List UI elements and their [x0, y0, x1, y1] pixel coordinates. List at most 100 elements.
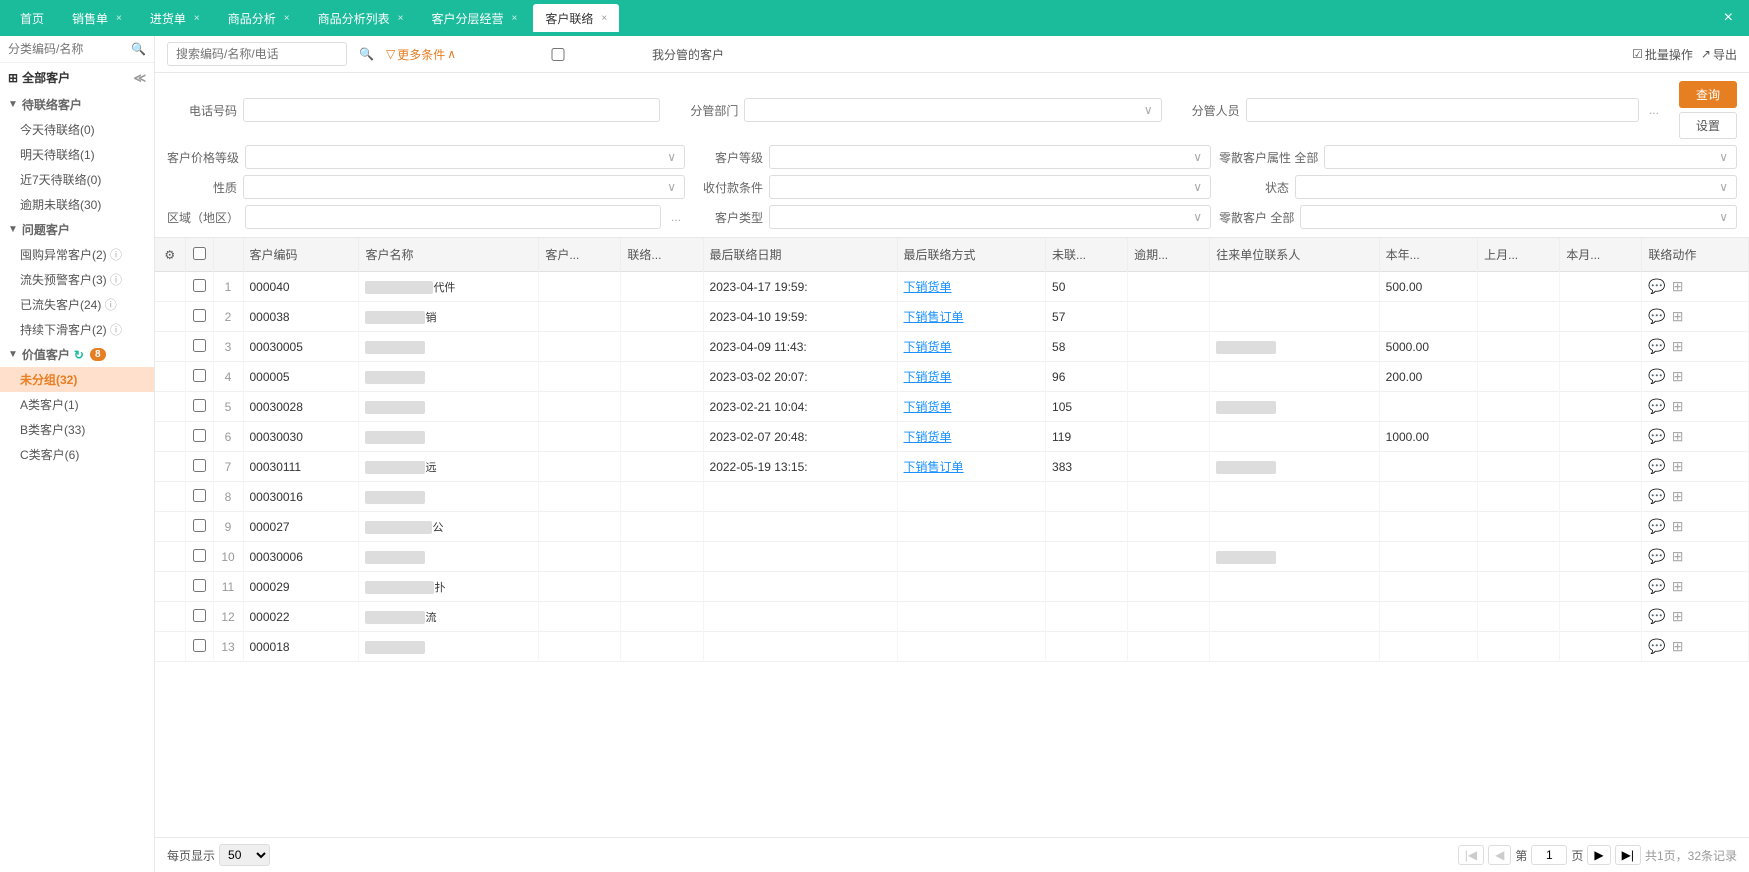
grid-action-icon[interactable]: ⊞: [1672, 578, 1684, 595]
more-conditions-btn[interactable]: ▽ 更多条件 ∧: [386, 46, 456, 63]
phone-input[interactable]: [243, 98, 660, 122]
row-checkbox-cell[interactable]: [185, 362, 213, 392]
last-contact-date-col-header[interactable]: 最后联络日期: [703, 238, 897, 272]
sidebar-item-declining[interactable]: 持续下滑客户(2) ⓘ: [0, 317, 154, 342]
chat-icon[interactable]: 💬: [1648, 488, 1665, 505]
tab-product-list-close[interactable]: ×: [398, 13, 404, 24]
row-checkbox[interactable]: [193, 519, 206, 532]
row-checkbox[interactable]: [193, 429, 206, 442]
chat-icon[interactable]: 💬: [1648, 428, 1665, 445]
last-contact-method-link[interactable]: 下销货单: [904, 430, 952, 444]
tab-product-list[interactable]: 商品分析列表 ×: [306, 4, 416, 32]
grid-action-icon[interactable]: ⊞: [1672, 548, 1684, 565]
code-col-header[interactable]: 客户编码: [243, 238, 359, 272]
batch-operation-btn[interactable]: ☑ 批量操作: [1632, 46, 1693, 63]
grid-action-icon[interactable]: ⊞: [1672, 488, 1684, 505]
sidebar-item-classC[interactable]: C类客户(6): [0, 442, 154, 467]
row-checkbox-cell[interactable]: [185, 332, 213, 362]
unit-contact-col-header[interactable]: 往来单位联系人: [1210, 238, 1379, 272]
chat-icon[interactable]: 💬: [1648, 338, 1665, 355]
sidebar-item-tomorrow[interactable]: 明天待联络(1): [0, 142, 154, 167]
grid-action-icon[interactable]: ⊞: [1672, 368, 1684, 385]
grid-action-icon[interactable]: ⊞: [1672, 608, 1684, 625]
price-level-select[interactable]: ∨: [245, 145, 685, 169]
row-checkbox[interactable]: [193, 399, 206, 412]
tab-sales-close[interactable]: ×: [116, 13, 122, 24]
last-contact-method-link[interactable]: 下销货单: [904, 280, 952, 294]
my-customers-checkbox[interactable]: [468, 48, 648, 61]
last-contact-method-col-header[interactable]: 最后联络方式: [897, 238, 1045, 272]
last-contact-method-link[interactable]: 下销售订单: [904, 460, 964, 474]
tab-customer-contact[interactable]: 客户联络 ×: [533, 4, 619, 32]
row-checkbox-cell[interactable]: [185, 422, 213, 452]
per-page-select[interactable]: 50 100 200: [219, 844, 270, 866]
sidebar-group-pending[interactable]: ▼ 待联络客户: [0, 92, 154, 117]
row-checkbox[interactable]: [193, 489, 206, 502]
customer-level-select[interactable]: ∨: [769, 145, 1211, 169]
grid-action-icon[interactable]: ⊞: [1672, 308, 1684, 325]
sidebar-search-input[interactable]: [8, 42, 127, 56]
type-col-header[interactable]: 客户...: [539, 238, 621, 272]
query-button[interactable]: 查询: [1679, 81, 1737, 108]
all-customers-header[interactable]: ⊞ 全部客户 ≪: [0, 63, 154, 92]
name-col-header[interactable]: 客户名称: [359, 238, 539, 272]
checkbox-col-header[interactable]: [185, 238, 213, 272]
row-checkbox-cell[interactable]: [185, 602, 213, 632]
sidebar-group-problem[interactable]: ▼ 问题客户: [0, 217, 154, 242]
this-month-col-header[interactable]: 本月...: [1560, 238, 1642, 272]
row-checkbox-cell[interactable]: [185, 482, 213, 512]
contact-col-header[interactable]: 联络...: [621, 238, 703, 272]
last-contact-method-link[interactable]: 下销售订单: [904, 310, 964, 324]
row-checkbox[interactable]: [193, 579, 206, 592]
tab-purchase-close[interactable]: ×: [194, 13, 200, 24]
prev-page-btn[interactable]: ◀: [1488, 845, 1511, 865]
chat-icon[interactable]: 💬: [1648, 308, 1665, 325]
tab-sales[interactable]: 销售单 ×: [60, 4, 134, 32]
row-checkbox[interactable]: [193, 549, 206, 562]
nature-select[interactable]: ∨: [243, 175, 685, 199]
retail-select[interactable]: ∨: [1300, 205, 1737, 229]
row-checkbox-cell[interactable]: [185, 512, 213, 542]
retail-attr-select[interactable]: ∨: [1324, 145, 1737, 169]
sidebar-item-churn-warn[interactable]: 流失预警客户(3) ⓘ: [0, 267, 154, 292]
grid-action-icon[interactable]: ⊞: [1672, 278, 1684, 295]
row-checkbox[interactable]: [193, 309, 206, 322]
grid-action-icon[interactable]: ⊞: [1672, 398, 1684, 415]
row-checkbox[interactable]: [193, 609, 206, 622]
status-select[interactable]: ∨: [1295, 175, 1737, 199]
last-page-btn[interactable]: ▶|: [1615, 845, 1641, 865]
refresh-icon[interactable]: ↻: [74, 348, 84, 362]
tab-customer-segment-close[interactable]: ×: [511, 13, 517, 24]
tab-home[interactable]: 首页: [8, 4, 56, 32]
last-contact-method-link[interactable]: 下销货单: [904, 340, 952, 354]
region-input[interactable]: [245, 205, 661, 229]
sidebar-item-7days[interactable]: 近7天待联络(0): [0, 167, 154, 192]
grid-action-icon[interactable]: ⊞: [1672, 638, 1684, 655]
sidebar-item-ungrouped[interactable]: 未分组(32): [0, 367, 154, 392]
chat-icon[interactable]: 💬: [1648, 398, 1665, 415]
row-checkbox-cell[interactable]: [185, 572, 213, 602]
filter-search-icon[interactable]: 🔍: [359, 47, 374, 61]
row-checkbox-cell[interactable]: [185, 272, 213, 302]
sidebar-item-overdue[interactable]: 逾期未联络(30): [0, 192, 154, 217]
tab-product-analysis-close[interactable]: ×: [284, 13, 290, 24]
region-dots[interactable]: ...: [671, 210, 681, 224]
sidebar-search-icon[interactable]: 🔍: [131, 42, 146, 56]
row-checkbox[interactable]: [193, 339, 206, 352]
page-input[interactable]: [1531, 845, 1567, 865]
tab-product-analysis[interactable]: 商品分析 ×: [216, 4, 302, 32]
last-contact-method-link[interactable]: 下销货单: [904, 370, 952, 384]
last-month-col-header[interactable]: 上月...: [1478, 238, 1560, 272]
next-page-btn[interactable]: ▶: [1587, 845, 1610, 865]
tab-purchase[interactable]: 进货单 ×: [138, 4, 212, 32]
row-checkbox-cell[interactable]: [185, 452, 213, 482]
row-checkbox[interactable]: [193, 279, 206, 292]
overdue-col-header[interactable]: 逾期...: [1128, 238, 1210, 272]
row-checkbox-cell[interactable]: [185, 392, 213, 422]
customer-type-select[interactable]: ∨: [769, 205, 1211, 229]
sidebar-item-churned[interactable]: 已流失客户(24) ⓘ: [0, 292, 154, 317]
not-contact-col-header[interactable]: 未联...: [1046, 238, 1128, 272]
sidebar-item-classB[interactable]: B类客户(33): [0, 417, 154, 442]
tab-customer-segment[interactable]: 客户分层经营 ×: [419, 4, 529, 32]
collapse-icon[interactable]: ≪: [133, 71, 146, 85]
